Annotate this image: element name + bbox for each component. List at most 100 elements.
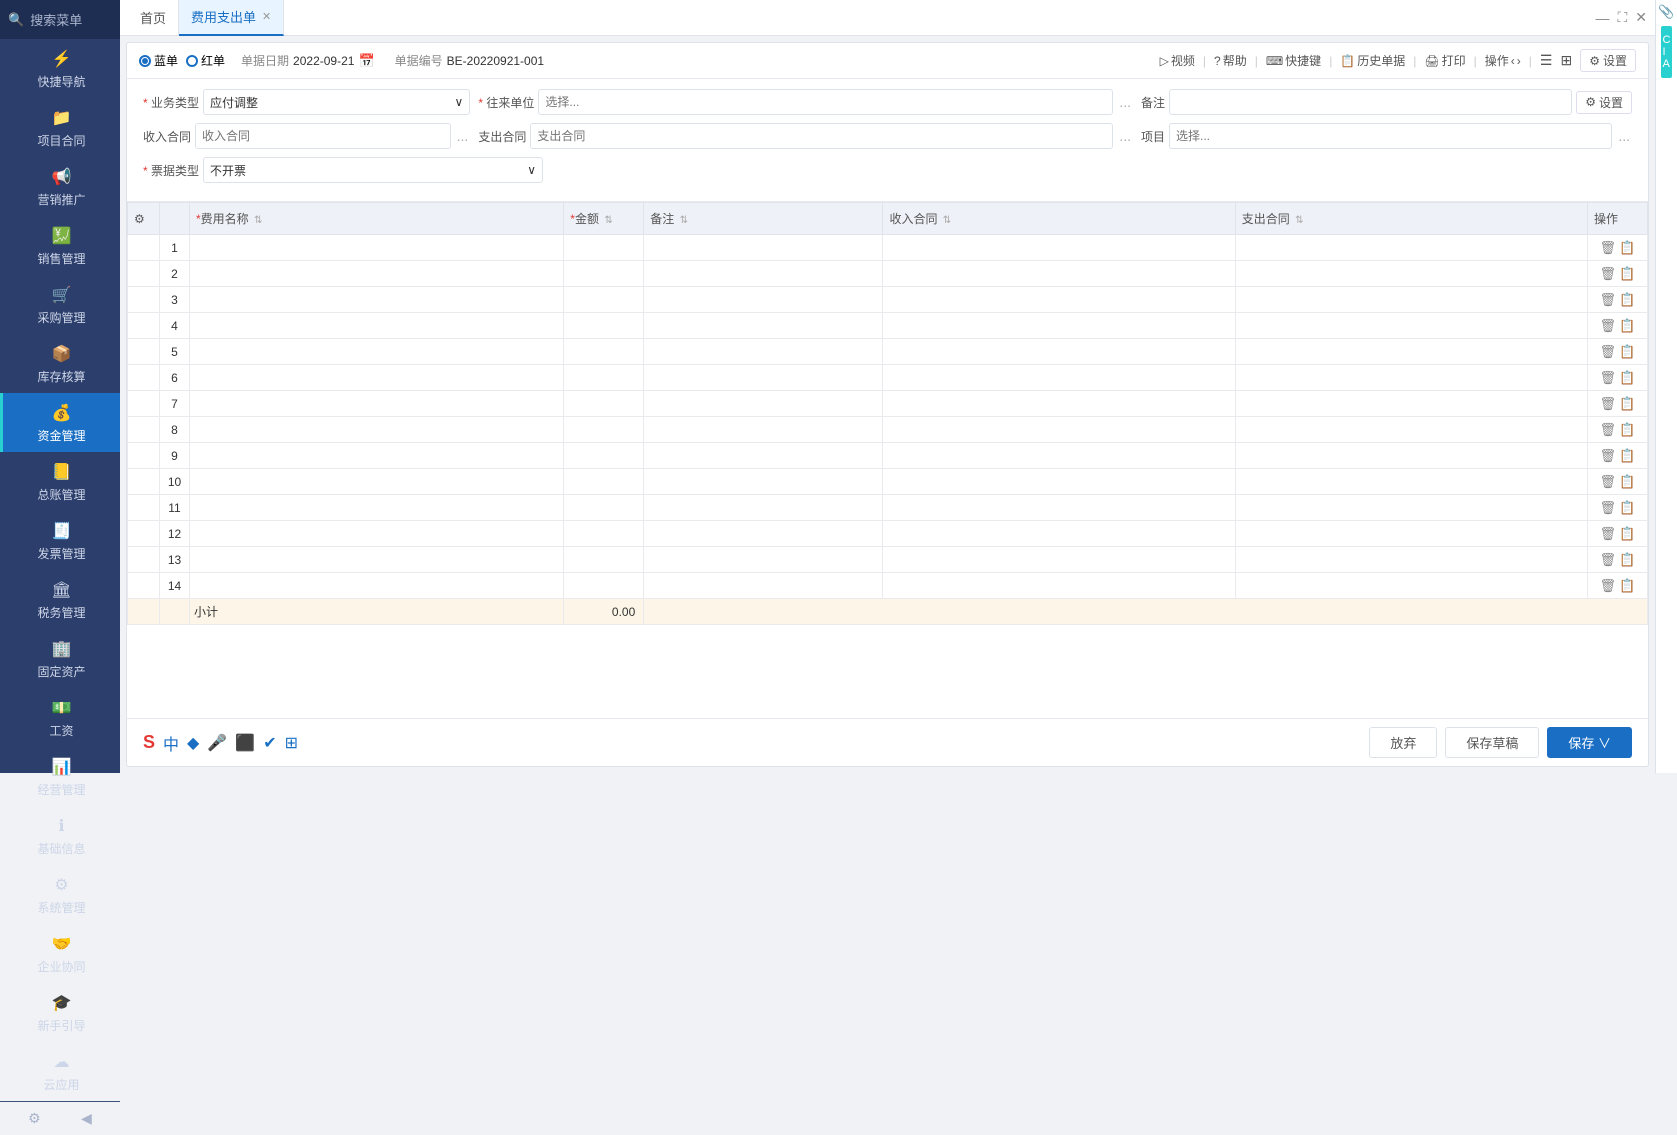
row-expense-name-7[interactable] (190, 391, 564, 417)
print-button[interactable]: 🖨 打印 (1424, 52, 1465, 69)
sort-amount[interactable]: ⇅ (604, 215, 612, 226)
row-amount-1[interactable] (564, 235, 644, 261)
col-settings-header[interactable]: ⚙ (128, 203, 160, 235)
delete-icon-9[interactable]: 🗑 (1599, 448, 1616, 463)
project-dots[interactable]: ... (1616, 128, 1632, 144)
blue-bill-radio[interactable]: 蓝单 (139, 52, 178, 69)
row-remark-5[interactable] (644, 339, 883, 365)
tab-expense[interactable]: 费用支出单 ✕ (179, 0, 284, 36)
copy-icon-3[interactable]: 📋 (1619, 292, 1635, 307)
save-draft-button[interactable]: 保存草稿 (1445, 727, 1539, 758)
income-contract-dots[interactable]: ... (455, 128, 471, 144)
row-income-contract-11[interactable] (883, 495, 1235, 521)
sidebar-item-capital[interactable]: 💰资金管理 (0, 393, 120, 452)
row-remark-11[interactable] (644, 495, 883, 521)
copy-icon-14[interactable]: 📋 (1619, 578, 1635, 593)
settings-icon[interactable]: ⚙ (28, 1110, 41, 1127)
row-expense-name-6[interactable] (190, 365, 564, 391)
copy-icon-5[interactable]: 📋 (1619, 344, 1635, 359)
mic-icon[interactable]: 🎤 (207, 733, 227, 753)
sidebar-item-basic[interactable]: ℹ基础信息 (0, 806, 120, 865)
delete-icon-12[interactable]: 🗑 (1599, 526, 1616, 541)
row-expense-contract-5[interactable] (1235, 339, 1587, 365)
row-amount-9[interactable] (564, 443, 644, 469)
row-remark-3[interactable] (644, 287, 883, 313)
row-amount-8[interactable] (564, 417, 644, 443)
row-income-contract-5[interactable] (883, 339, 1235, 365)
sidebar-item-assets[interactable]: 🏢固定资产 (0, 629, 120, 688)
row-expense-name-2[interactable] (190, 261, 564, 287)
video-button[interactable]: ▷ 视频 (1160, 52, 1195, 69)
expense-contract-input[interactable] (530, 123, 1113, 149)
sort-expense-contract[interactable]: ⇅ (1295, 215, 1303, 226)
row-remark-8[interactable] (644, 417, 883, 443)
row-expense-contract-3[interactable] (1235, 287, 1587, 313)
collapse-icon[interactable]: ◀ (81, 1110, 92, 1127)
income-contract-input[interactable] (195, 123, 451, 149)
calendar-icon[interactable]: 📅 (358, 53, 374, 69)
sidebar-item-project[interactable]: 📁项目合同 (0, 98, 120, 157)
row-income-contract-1[interactable] (883, 235, 1235, 261)
row-expense-contract-13[interactable] (1235, 547, 1587, 573)
copy-icon-10[interactable]: 📋 (1619, 474, 1635, 489)
row-remark-10[interactable] (644, 469, 883, 495)
sidebar-item-inventory[interactable]: 📦库存核算 (0, 334, 120, 393)
row-income-contract-13[interactable] (883, 547, 1235, 573)
row-amount-7[interactable] (564, 391, 644, 417)
row-expense-name-11[interactable] (190, 495, 564, 521)
settings-button[interactable]: ⚙ 设置 (1580, 49, 1636, 72)
right-panel-clip-icon[interactable]: 📎 (1658, 4, 1674, 20)
sort-expense-name[interactable]: ⇅ (254, 215, 262, 226)
copy-icon-8[interactable]: 📋 (1619, 422, 1635, 437)
row-remark-14[interactable] (644, 573, 883, 599)
tab-home[interactable]: 首页 (128, 0, 179, 36)
row-expense-name-14[interactable] (190, 573, 564, 599)
copy-icon-1[interactable]: 📋 (1619, 240, 1635, 255)
delete-icon-10[interactable]: 🗑 (1599, 474, 1616, 489)
row-expense-name-4[interactable] (190, 313, 564, 339)
delete-icon-13[interactable]: 🗑 (1599, 552, 1616, 567)
row-income-contract-2[interactable] (883, 261, 1235, 287)
row-expense-name-9[interactable] (190, 443, 564, 469)
operation-button[interactable]: 操作 ‹ › (1485, 52, 1521, 69)
abandon-button[interactable]: 放弃 (1369, 727, 1437, 758)
row-remark-4[interactable] (644, 313, 883, 339)
sidebar-item-system[interactable]: ⚙系统管理 (0, 865, 120, 924)
sort-remark[interactable]: ⇅ (680, 215, 688, 226)
sidebar-item-enterprise[interactable]: 🤝企业协同 (0, 924, 120, 983)
sidebar-item-cloud[interactable]: ☁云应用 (0, 1042, 120, 1101)
row-expense-contract-11[interactable] (1235, 495, 1587, 521)
view-toggle-grid[interactable]: ⊞ (1560, 52, 1572, 69)
delete-icon-8[interactable]: 🗑 (1599, 422, 1616, 437)
red-bill-radio[interactable]: 红单 (186, 52, 225, 69)
col-expense-contract-header[interactable]: 支出合同 ⇅ (1235, 203, 1587, 235)
delete-icon-11[interactable]: 🗑 (1599, 500, 1616, 515)
copy-icon-13[interactable]: 📋 (1619, 552, 1635, 567)
delete-icon-2[interactable]: 🗑 (1599, 266, 1616, 281)
row-amount-5[interactable] (564, 339, 644, 365)
row-expense-name-1[interactable] (190, 235, 564, 261)
row-remark-13[interactable] (644, 547, 883, 573)
row-remark-12[interactable] (644, 521, 883, 547)
sidebar-item-marketing[interactable]: 📢营销推广 (0, 157, 120, 216)
row-amount-3[interactable] (564, 287, 644, 313)
form-settings-button[interactable]: ⚙ 设置 (1576, 91, 1632, 114)
window-close-button[interactable]: ✕ (1635, 9, 1647, 26)
view-toggle-list[interactable]: ☰ (1540, 52, 1553, 69)
row-expense-name-10[interactable] (190, 469, 564, 495)
shortcut-button[interactable]: ⌨ 快捷键 (1266, 52, 1321, 69)
row-expense-contract-12[interactable] (1235, 521, 1587, 547)
row-expense-name-8[interactable] (190, 417, 564, 443)
row-income-contract-12[interactable] (883, 521, 1235, 547)
row-expense-name-12[interactable] (190, 521, 564, 547)
grid-icon[interactable]: ⊞ (285, 733, 298, 753)
diamond-icon[interactable]: ◆ (187, 733, 199, 753)
row-income-contract-3[interactable] (883, 287, 1235, 313)
row-expense-name-5[interactable] (190, 339, 564, 365)
expense-contract-dots[interactable]: ... (1117, 128, 1133, 144)
copy-icon-2[interactable]: 📋 (1619, 266, 1635, 281)
sidebar-item-purchase[interactable]: 🛒采购管理 (0, 275, 120, 334)
window-min-button[interactable]: — (1595, 10, 1609, 26)
row-income-contract-9[interactable] (883, 443, 1235, 469)
row-income-contract-4[interactable] (883, 313, 1235, 339)
